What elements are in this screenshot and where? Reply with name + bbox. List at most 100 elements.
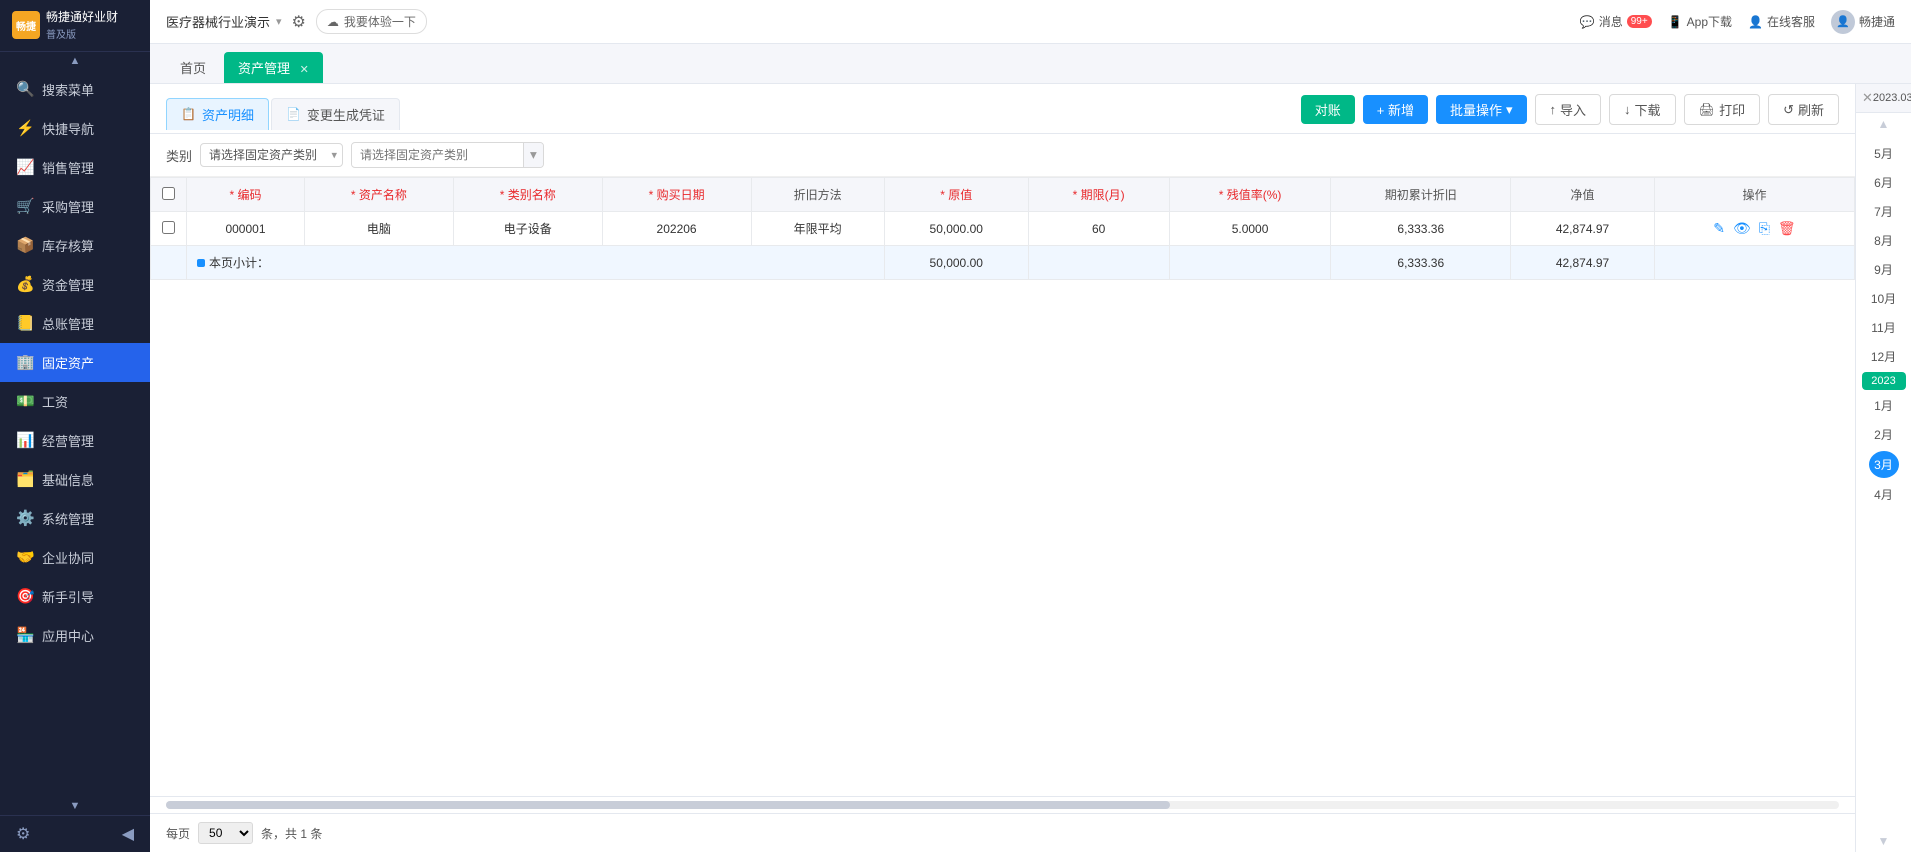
row-category: 电子设备 <box>453 212 602 246</box>
copy-icon[interactable]: ⎘ <box>1759 220 1770 237</box>
cal-month-5[interactable]: 5月 <box>1862 140 1906 167</box>
user-profile-btn[interactable]: 👤 畅捷通 <box>1831 10 1895 34</box>
chart-icon: 📈 <box>16 158 34 176</box>
sub-tab-change-voucher[interactable]: 📄 变更生成凭证 <box>271 98 400 130</box>
sidebar-item-label: 固定资产 <box>42 353 94 372</box>
company-name: 医疗器械行业演示 <box>166 12 270 31</box>
box-icon: 📦 <box>16 236 34 254</box>
row-checkbox-cell[interactable] <box>151 212 187 246</box>
cal-month-4[interactable]: 4月 <box>1862 481 1906 508</box>
sidebar-item-search[interactable]: 🔍 搜索菜单 <box>0 70 150 109</box>
filter-dropdown-btn[interactable]: ▾ <box>523 143 543 167</box>
asset-type-filter-input[interactable] <box>352 144 523 166</box>
cal-month-11[interactable]: 11月 <box>1862 314 1906 341</box>
download-button[interactable]: ↓ 下载 <box>1609 94 1676 125</box>
col-purchase-date: * 购买日期 <box>602 178 751 212</box>
cloud-icon: ☁ <box>327 15 339 29</box>
sidebar-item-operations[interactable]: 📊 经营管理 <box>0 421 150 460</box>
edit-icon[interactable]: ✎ <box>1713 220 1725 237</box>
col-actions: 操作 <box>1654 178 1854 212</box>
category-filter-select[interactable]: 请选择固定资产类别 <box>200 143 343 167</box>
cal-month-10[interactable]: 10月 <box>1862 285 1906 312</box>
per-page-select[interactable]: 50 10 20 100 <box>198 822 253 844</box>
calendar-months: 5月 6月 7月 8月 9月 10月 11月 12月 2023 1月 2月 3月… <box>1856 135 1911 830</box>
subtotal-label-cell: 本页小计： <box>187 246 885 280</box>
new-button[interactable]: + 新增 <box>1363 95 1428 124</box>
select-all-checkbox[interactable] <box>162 187 175 200</box>
messages-badge: 99+ <box>1627 15 1652 28</box>
asset-type-filter-wrap[interactable]: ▾ <box>351 142 544 168</box>
messages-btn[interactable]: 💬 消息 99+ <box>1580 13 1652 30</box>
logo-subtitle: 普及版 <box>46 26 118 41</box>
sidebar-item-guide[interactable]: 🎯 新手引导 <box>0 577 150 616</box>
print-button[interactable]: 🖨 打印 <box>1684 94 1761 125</box>
refresh-icon: ↺ <box>1783 102 1794 118</box>
asset-detail-icon: 📋 <box>181 107 196 121</box>
app-download-btn[interactable]: 📱 App下载 <box>1668 13 1732 30</box>
sidebar-item-inventory[interactable]: 📦 库存核算 <box>0 226 150 265</box>
logo-icon: 畅捷 <box>12 11 40 39</box>
delete-icon[interactable]: 🗑 <box>1778 220 1796 237</box>
scroll-down-btn[interactable]: ▼ <box>0 797 150 815</box>
panel-close-icon[interactable]: ✕ <box>1862 90 1873 106</box>
sidebar-item-purchase[interactable]: 🛒 采购管理 <box>0 187 150 226</box>
sidebar-item-fixed-assets[interactable]: 🏢 固定资产 <box>0 343 150 382</box>
sidebar-item-appstore[interactable]: 🏪 应用中心 <box>0 616 150 655</box>
sidebar-item-enterprise[interactable]: 🤝 企业协同 <box>0 538 150 577</box>
cal-month-2[interactable]: 2月 <box>1862 421 1906 448</box>
row-period: 60 <box>1028 212 1169 246</box>
tab-asset-mgmt[interactable]: 资产管理 ✕ <box>224 52 323 83</box>
cal-month-9[interactable]: 9月 <box>1862 256 1906 283</box>
export-button[interactable]: ↑ 导入 <box>1535 94 1602 125</box>
col-net-value: 净值 <box>1511 178 1655 212</box>
tab-close-icon[interactable]: ✕ <box>300 64 309 76</box>
cal-month-7[interactable]: 7月 <box>1862 198 1906 225</box>
sidebar-item-basic[interactable]: 🗂️ 基础信息 <box>0 460 150 499</box>
building-icon: 🏢 <box>16 353 34 371</box>
category-filter-wrap[interactable]: 请选择固定资产类别 <box>200 143 343 167</box>
sidebar-item-label: 工资 <box>42 392 68 411</box>
experience-btn[interactable]: ☁ 我要体验一下 <box>316 9 427 34</box>
sidebar-item-salary[interactable]: 💵 工资 <box>0 382 150 421</box>
company-selector[interactable]: 医疗器械行业演示 ▾ <box>166 12 282 31</box>
sidebar-item-system[interactable]: ⚙️ 系统管理 <box>0 499 150 538</box>
collapse-icon[interactable]: ◀ <box>122 824 134 844</box>
refresh-button[interactable]: ↺ 刷新 <box>1768 94 1839 125</box>
table-row: 000001 电脑 电子设备 202206 年限平均 50,000.00 60 … <box>151 212 1855 246</box>
service-icon: 👤 <box>1748 15 1763 29</box>
sidebar: 畅捷 畅捷通好业财 普及版 ▲ 🔍 搜索菜单 ⚡ 快捷导航 📈 销售管理 🛒 采… <box>0 0 150 852</box>
calendar-up-btn[interactable]: ▲ <box>1874 113 1894 135</box>
cal-month-6[interactable]: 6月 <box>1862 169 1906 196</box>
target-icon: 🎯 <box>16 587 34 605</box>
total-count-label: 条，共 1 条 <box>261 825 322 842</box>
batch-button[interactable]: 批量操作 ▾ <box>1436 95 1527 124</box>
calendar-down-btn[interactable]: ▼ <box>1874 830 1894 852</box>
gear-icon: ⚙️ <box>16 509 34 527</box>
row-code: 000001 <box>187 212 305 246</box>
sidebar-item-quicknav[interactable]: ⚡ 快捷导航 <box>0 109 150 148</box>
scroll-up-btn[interactable]: ▲ <box>0 52 150 70</box>
view-icon[interactable]: 👁 <box>1733 220 1751 237</box>
company-settings-icon[interactable]: ⚙ <box>292 12 306 32</box>
per-page-label: 每页 <box>166 825 190 842</box>
sidebar-item-label: 基础信息 <box>42 470 94 489</box>
sidebar-item-ledger[interactable]: 📒 总账管理 <box>0 304 150 343</box>
sidebar-item-capital[interactable]: 💰 资金管理 <box>0 265 150 304</box>
tab-home[interactable]: 首页 <box>166 52 220 83</box>
scrollbar-thumb[interactable] <box>166 801 1170 809</box>
sidebar-item-label: 经营管理 <box>42 431 94 450</box>
sidebar-item-sales[interactable]: 📈 销售管理 <box>0 148 150 187</box>
year-month-label: 2023.03 <box>1873 92 1911 104</box>
content-main: 📋 资产明细 📄 变更生成凭证 对账 + 新增 <box>150 84 1855 852</box>
cal-month-8[interactable]: 8月 <box>1862 227 1906 254</box>
horizontal-scrollbar[interactable] <box>150 796 1855 813</box>
sub-tab-asset-detail[interactable]: 📋 资产明细 <box>166 98 269 130</box>
reconcile-button[interactable]: 对账 <box>1301 95 1355 124</box>
online-service-btn[interactable]: 👤 在线客服 <box>1748 13 1815 30</box>
cal-month-3-current[interactable]: 3月 <box>1869 451 1899 478</box>
cal-month-12[interactable]: 12月 <box>1862 343 1906 370</box>
col-depreciation-method: 折旧方法 <box>751 178 884 212</box>
row-checkbox[interactable] <box>162 221 175 234</box>
settings-bottom-icon[interactable]: ⚙ <box>16 824 30 844</box>
cal-month-1[interactable]: 1月 <box>1862 392 1906 419</box>
